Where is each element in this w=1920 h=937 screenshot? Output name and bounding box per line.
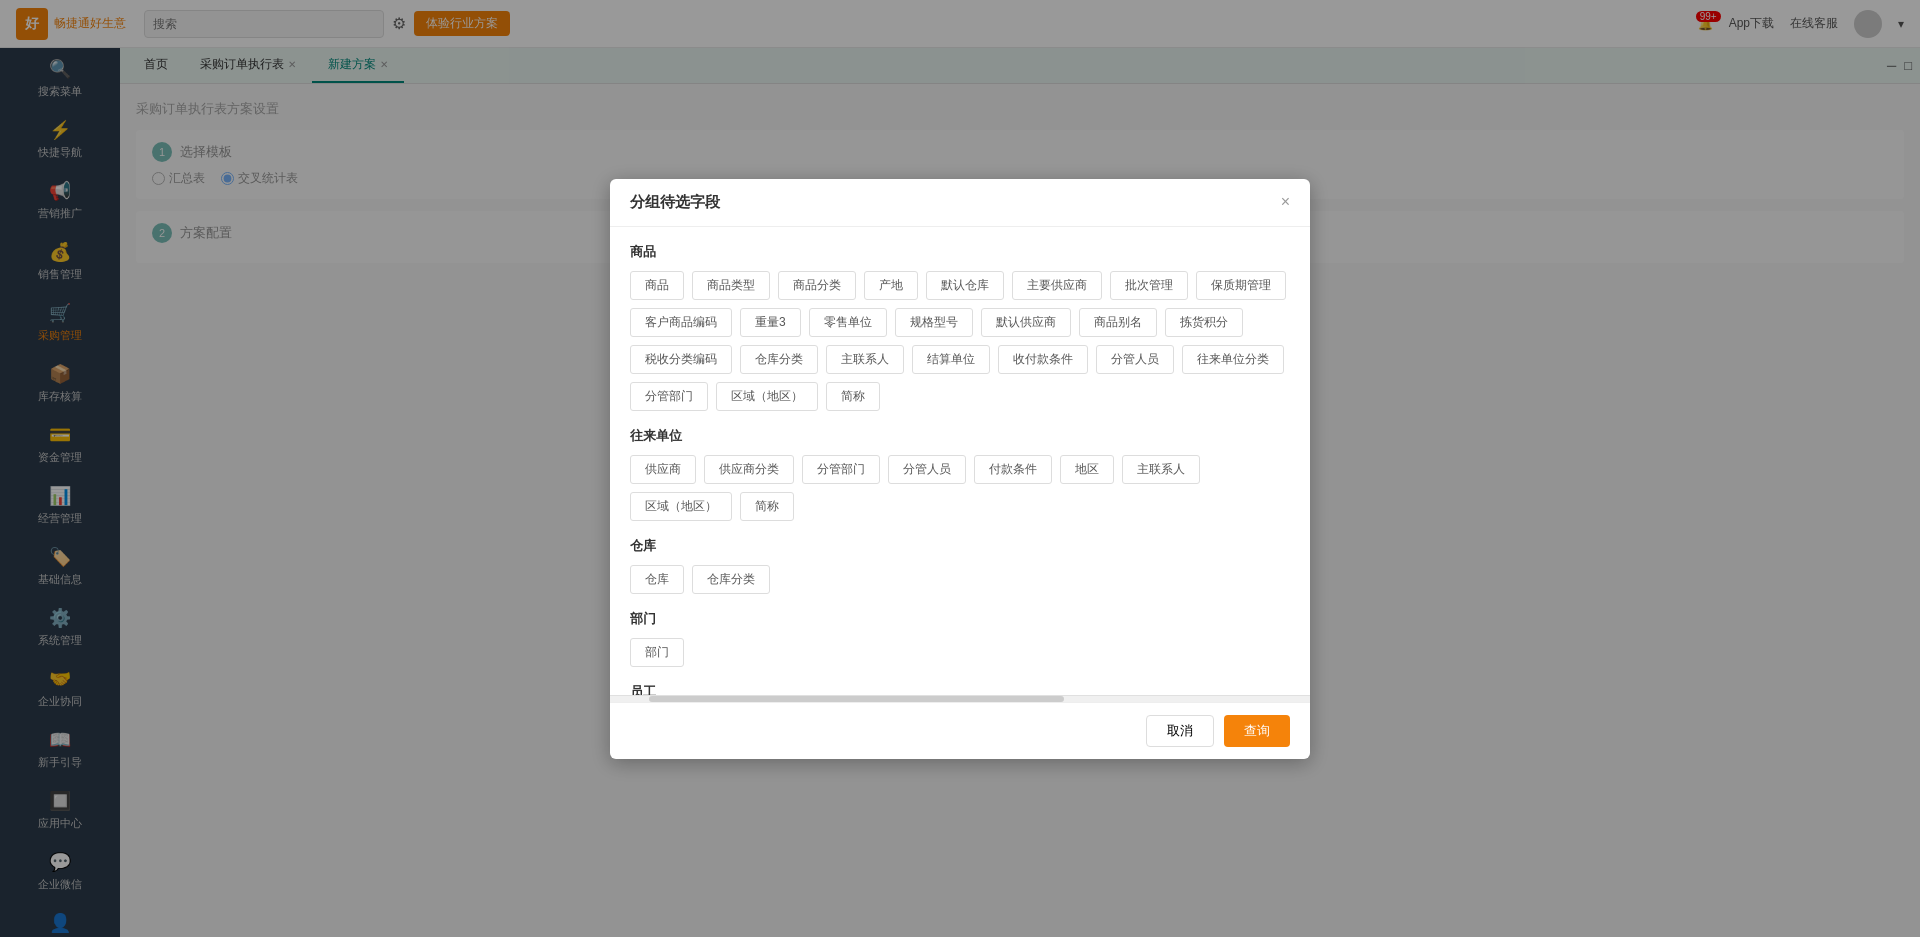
field-tag-partner-5[interactable]: 地区	[1060, 455, 1114, 484]
field-section-partner: 往来单位供应商供应商分类分管部门分管人员付款条件地区主联系人区域（地区） 简称	[630, 427, 1290, 521]
field-tag-product-0[interactable]: 商品	[630, 271, 684, 300]
field-tag-product-23[interactable]: 区域（地区）	[716, 382, 818, 411]
field-section-employee: 员工业务员	[630, 683, 1290, 695]
field-tag-partner-3[interactable]: 分管人员	[888, 455, 966, 484]
field-section-title-product: 商品	[630, 243, 1290, 261]
field-tag-product-2[interactable]: 商品分类	[778, 271, 856, 300]
field-section-title-partner: 往来单位	[630, 427, 1290, 445]
field-tag-product-6[interactable]: 批次管理	[1110, 271, 1188, 300]
field-tag-warehouse-0[interactable]: 仓库	[630, 565, 684, 594]
field-section-title-employee: 员工	[630, 683, 1290, 695]
field-section-warehouse: 仓库仓库仓库分类	[630, 537, 1290, 594]
cancel-button[interactable]: 取消	[1146, 715, 1214, 747]
field-tag-department-0[interactable]: 部门	[630, 638, 684, 667]
field-section-title-warehouse: 仓库	[630, 537, 1290, 555]
modal-footer: 取消 查询	[610, 702, 1310, 759]
field-tag-product-12[interactable]: 默认供应商	[981, 308, 1071, 337]
modal-header: 分组待选字段 ×	[610, 179, 1310, 227]
field-tag-product-5[interactable]: 主要供应商	[1012, 271, 1102, 300]
modal-title: 分组待选字段	[630, 193, 720, 212]
field-section-product: 商品商品商品类型商品分类产地默认仓库主要供应商批次管理保质期管理客户商品编码重量…	[630, 243, 1290, 411]
confirm-button[interactable]: 查询	[1224, 715, 1290, 747]
field-tags-product: 商品商品类型商品分类产地默认仓库主要供应商批次管理保质期管理客户商品编码重量3 零…	[630, 271, 1290, 411]
field-tags-warehouse: 仓库仓库分类	[630, 565, 1290, 594]
field-tag-partner-1[interactable]: 供应商分类	[704, 455, 794, 484]
field-tag-product-20[interactable]: 分管人员	[1096, 345, 1174, 374]
modal-overlay: 分组待选字段 × 商品商品商品类型商品分类产地默认仓库主要供应商批次管理保质期管…	[0, 0, 1920, 937]
modal-close-icon[interactable]: ×	[1281, 193, 1290, 211]
field-tag-product-1[interactable]: 商品类型	[692, 271, 770, 300]
field-tag-partner-4[interactable]: 付款条件	[974, 455, 1052, 484]
field-tag-product-10[interactable]: 零售单位	[809, 308, 887, 337]
field-tags-partner: 供应商供应商分类分管部门分管人员付款条件地区主联系人区域（地区） 简称	[630, 455, 1290, 521]
field-select-modal: 分组待选字段 × 商品商品商品类型商品分类产地默认仓库主要供应商批次管理保质期管…	[610, 179, 1310, 759]
field-tag-product-7[interactable]: 保质期管理	[1196, 271, 1286, 300]
modal-hscroll[interactable]	[610, 695, 1310, 702]
field-tag-product-21[interactable]: 往来单位分类	[1182, 345, 1284, 374]
field-tag-product-9[interactable]: 重量3	[740, 308, 801, 337]
field-section-department: 部门部门	[630, 610, 1290, 667]
field-tag-product-15[interactable]: 税收分类编码	[630, 345, 732, 374]
field-tag-partner-8[interactable]: 简称	[740, 492, 794, 521]
field-tag-product-14[interactable]: 拣货积分	[1165, 308, 1243, 337]
field-tag-product-17[interactable]: 主联系人	[826, 345, 904, 374]
field-section-title-department: 部门	[630, 610, 1290, 628]
field-tags-department: 部门	[630, 638, 1290, 667]
modal-body[interactable]: 商品商品商品类型商品分类产地默认仓库主要供应商批次管理保质期管理客户商品编码重量…	[610, 227, 1310, 695]
field-tag-product-13[interactable]: 商品别名	[1079, 308, 1157, 337]
field-tag-partner-2[interactable]: 分管部门	[802, 455, 880, 484]
field-tag-product-16[interactable]: 仓库分类	[740, 345, 818, 374]
field-tag-partner-7[interactable]: 区域（地区）	[630, 492, 732, 521]
field-tag-warehouse-1[interactable]: 仓库分类	[692, 565, 770, 594]
field-tag-partner-0[interactable]: 供应商	[630, 455, 696, 484]
field-tag-product-19[interactable]: 收付款条件	[998, 345, 1088, 374]
field-tag-product-18[interactable]: 结算单位	[912, 345, 990, 374]
field-tag-partner-6[interactable]: 主联系人	[1122, 455, 1200, 484]
field-tag-product-24[interactable]: 简称	[826, 382, 880, 411]
field-tag-product-8[interactable]: 客户商品编码	[630, 308, 732, 337]
field-tag-product-3[interactable]: 产地	[864, 271, 918, 300]
field-tag-product-11[interactable]: 规格型号	[895, 308, 973, 337]
field-tag-product-4[interactable]: 默认仓库	[926, 271, 1004, 300]
field-tag-product-22[interactable]: 分管部门	[630, 382, 708, 411]
